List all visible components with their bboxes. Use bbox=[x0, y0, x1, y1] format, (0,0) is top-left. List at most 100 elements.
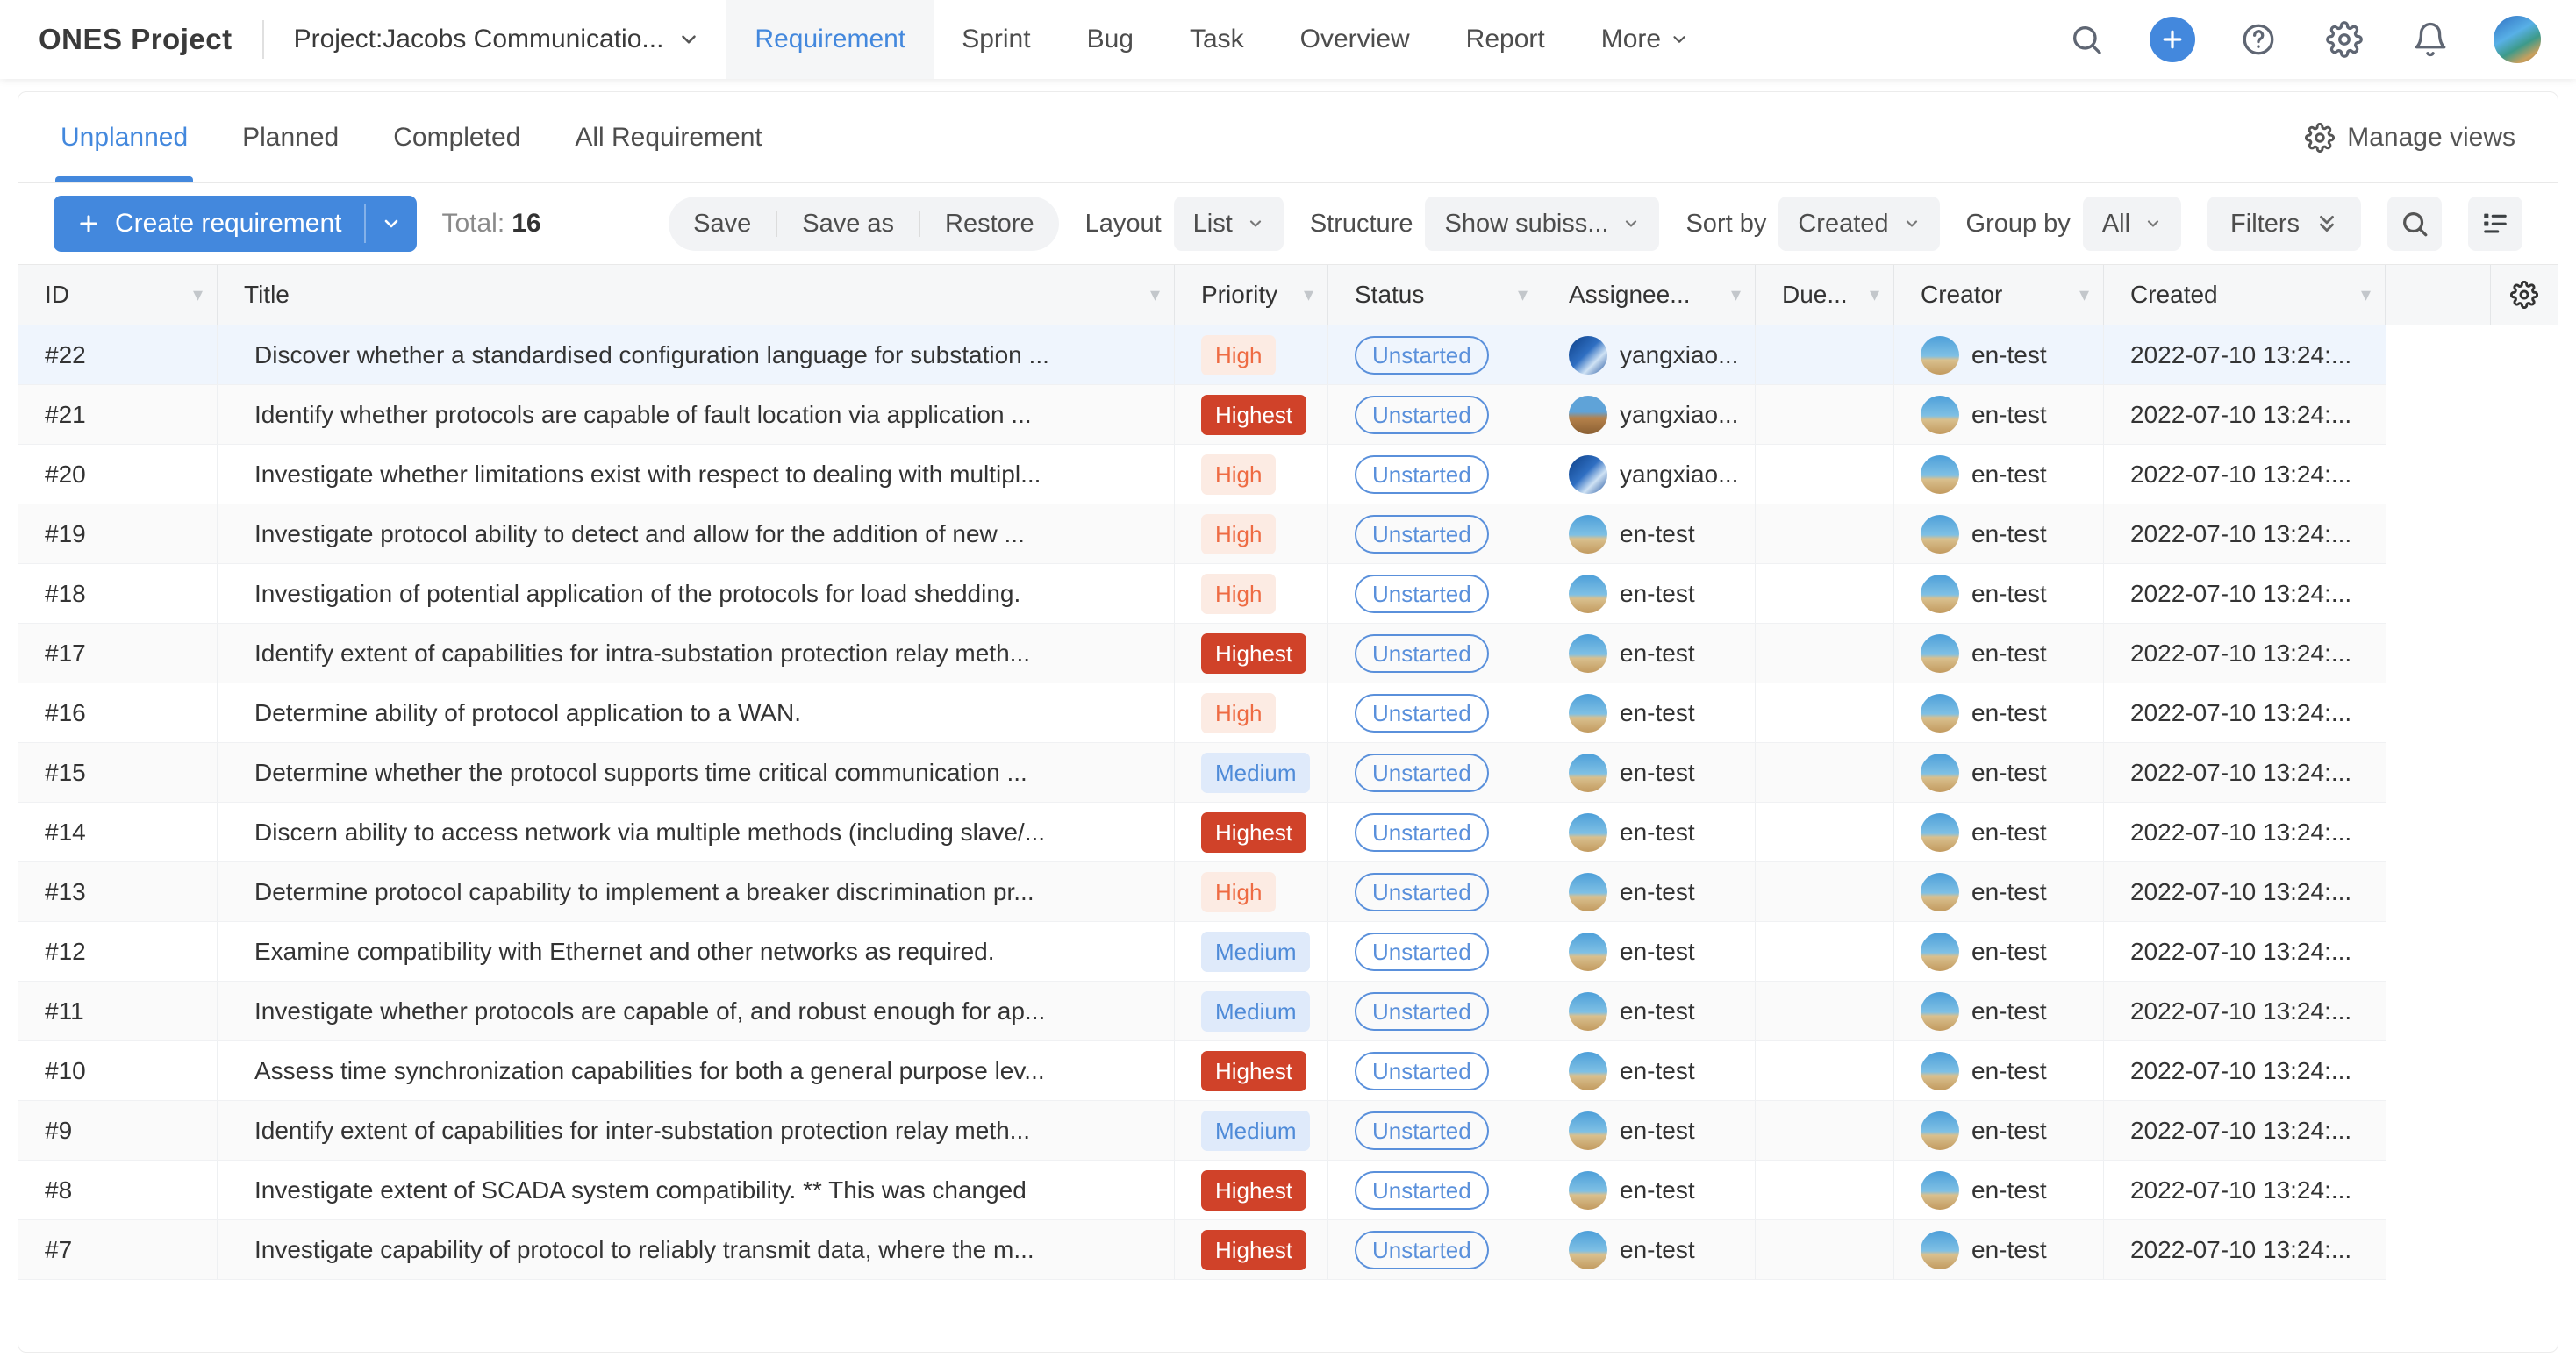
table-row[interactable]: #11 Investigate whether protocols are ca… bbox=[18, 982, 2386, 1041]
group-by-select[interactable]: All bbox=[2082, 197, 2182, 251]
help-icon[interactable] bbox=[2236, 17, 2281, 62]
notifications-icon[interactable] bbox=[2408, 17, 2453, 62]
tab-planned[interactable]: Planned bbox=[242, 92, 339, 182]
column-dropdown-icon[interactable]: ▾ bbox=[1731, 284, 1741, 306]
status-badge[interactable]: Unstarted bbox=[1355, 1051, 1489, 1090]
topbar-actions bbox=[2064, 16, 2541, 63]
table-row[interactable]: #19 Investigate protocol ability to dete… bbox=[18, 504, 2386, 564]
row-title[interactable]: Determine protocol capability to impleme… bbox=[218, 862, 1175, 921]
creator-name: en-test bbox=[1971, 340, 2047, 368]
table-row[interactable]: #7 Investigate capability of protocol to… bbox=[18, 1220, 2386, 1280]
table-row[interactable]: #12 Examine compatibility with Ethernet … bbox=[18, 922, 2386, 982]
column-header-priority[interactable]: Priority ▾ bbox=[1175, 265, 1328, 325]
row-title[interactable]: Investigate whether protocols are capabl… bbox=[218, 982, 1175, 1040]
table-row[interactable]: #21 Identify whether protocols are capab… bbox=[18, 385, 2386, 445]
table-row[interactable]: #9 Identify extent of capabilities for i… bbox=[18, 1101, 2386, 1161]
row-title[interactable]: Investigate protocol ability to detect a… bbox=[218, 504, 1175, 563]
column-settings-button[interactable] bbox=[2491, 265, 2558, 325]
layout-select[interactable]: List bbox=[1173, 197, 1284, 251]
structure-label: Structure bbox=[1309, 209, 1413, 238]
row-title[interactable]: Discover whether a standardised configur… bbox=[218, 325, 1175, 384]
row-title[interactable]: Examine compatibility with Ethernet and … bbox=[218, 922, 1175, 981]
tab-all-requirement[interactable]: All Requirement bbox=[575, 92, 762, 182]
search-icon[interactable] bbox=[2064, 17, 2109, 62]
table-row[interactable]: #15 Determine whether the protocol suppo… bbox=[18, 743, 2386, 803]
row-title[interactable]: Identify whether protocols are capable o… bbox=[218, 385, 1175, 444]
tab-completed[interactable]: Completed bbox=[393, 92, 520, 182]
status-badge[interactable]: Unstarted bbox=[1355, 872, 1489, 911]
nav-bug[interactable]: Bug bbox=[1059, 0, 1162, 79]
column-header-creator[interactable]: Creator ▾ bbox=[1894, 265, 2104, 325]
column-dropdown-icon[interactable]: ▾ bbox=[1150, 284, 1160, 306]
column-header-title[interactable]: Title ▾ bbox=[218, 265, 1175, 325]
column-header-created[interactable]: Created ▾ bbox=[2104, 265, 2386, 325]
nav-more[interactable]: More bbox=[1573, 0, 1717, 79]
table-row[interactable]: #18 Investigation of potential applicati… bbox=[18, 564, 2386, 624]
create-requirement-button[interactable]: Create requirement bbox=[54, 196, 418, 252]
status-badge[interactable]: Unstarted bbox=[1355, 395, 1489, 434]
column-dropdown-icon[interactable]: ▾ bbox=[1870, 284, 1879, 306]
status-badge[interactable]: Unstarted bbox=[1355, 1111, 1489, 1150]
status-badge[interactable]: Unstarted bbox=[1355, 335, 1489, 375]
status-badge[interactable]: Unstarted bbox=[1355, 753, 1489, 792]
nav-sprint[interactable]: Sprint bbox=[934, 0, 1058, 79]
row-title[interactable]: Investigate whether limitations exist wi… bbox=[218, 445, 1175, 504]
nav-task[interactable]: Task bbox=[1162, 0, 1272, 79]
column-header-due[interactable]: Due... ▾ bbox=[1756, 265, 1894, 325]
create-requirement-dropdown[interactable] bbox=[366, 196, 417, 252]
tab-unplanned[interactable]: Unplanned bbox=[54, 92, 194, 182]
status-badge[interactable]: Unstarted bbox=[1355, 1230, 1489, 1269]
row-title[interactable]: Determine whether the protocol supports … bbox=[218, 743, 1175, 802]
status-badge[interactable]: Unstarted bbox=[1355, 932, 1489, 971]
save-as-button[interactable]: Save as bbox=[777, 210, 919, 239]
column-header-status[interactable]: Status ▾ bbox=[1328, 265, 1542, 325]
row-title[interactable]: Discern ability to access network via mu… bbox=[218, 803, 1175, 861]
column-dropdown-icon[interactable]: ▾ bbox=[1304, 284, 1313, 306]
create-plus-icon[interactable] bbox=[2150, 17, 2195, 62]
status-badge[interactable]: Unstarted bbox=[1355, 633, 1489, 673]
row-title[interactable]: Investigate capability of protocol to re… bbox=[218, 1220, 1175, 1279]
table-row[interactable]: #20 Investigate whether limitations exis… bbox=[18, 445, 2386, 504]
save-button[interactable]: Save bbox=[669, 210, 776, 239]
structure-select[interactable]: Show subiss... bbox=[1425, 197, 1660, 251]
status-badge[interactable]: Unstarted bbox=[1355, 812, 1489, 852]
column-dropdown-icon[interactable]: ▾ bbox=[193, 284, 203, 306]
user-avatar[interactable] bbox=[2494, 16, 2541, 63]
priority-badge: Medium bbox=[1201, 990, 1311, 1032]
table-row[interactable]: #14 Discern ability to access network vi… bbox=[18, 803, 2386, 862]
column-header-id[interactable]: ID ▾ bbox=[18, 265, 218, 325]
row-title[interactable]: Identify extent of capabilities for intr… bbox=[218, 624, 1175, 683]
project-selector[interactable]: Project:Jacobs Communicatio... bbox=[294, 25, 701, 54]
search-in-list-button[interactable] bbox=[2387, 197, 2442, 251]
status-badge[interactable]: Unstarted bbox=[1355, 574, 1489, 613]
row-title[interactable]: Determine ability of protocol applicatio… bbox=[218, 683, 1175, 742]
manage-views-button[interactable]: Manage views bbox=[2305, 92, 2515, 182]
row-title[interactable]: Identify extent of capabilities for inte… bbox=[218, 1101, 1175, 1160]
restore-button[interactable]: Restore bbox=[920, 210, 1059, 239]
row-title[interactable]: Investigate extent of SCADA system compa… bbox=[218, 1161, 1175, 1219]
status-badge[interactable]: Unstarted bbox=[1355, 693, 1489, 733]
column-dropdown-icon[interactable]: ▾ bbox=[2079, 284, 2089, 306]
table-row[interactable]: #13 Determine protocol capability to imp… bbox=[18, 862, 2386, 922]
settings-icon[interactable] bbox=[2322, 17, 2367, 62]
nav-overview[interactable]: Overview bbox=[1272, 0, 1438, 79]
status-badge[interactable]: Unstarted bbox=[1355, 454, 1489, 494]
nav-report[interactable]: Report bbox=[1438, 0, 1573, 79]
column-header-assignee[interactable]: Assignee... ▾ bbox=[1542, 265, 1756, 325]
status-badge[interactable]: Unstarted bbox=[1355, 991, 1489, 1031]
nav-requirement[interactable]: Requirement bbox=[726, 0, 934, 79]
status-badge[interactable]: Unstarted bbox=[1355, 514, 1489, 554]
table-row[interactable]: #22 Discover whether a standardised conf… bbox=[18, 325, 2386, 385]
display-options-button[interactable] bbox=[2468, 197, 2522, 251]
table-row[interactable]: #8 Investigate extent of SCADA system co… bbox=[18, 1161, 2386, 1220]
row-title[interactable]: Investigation of potential application o… bbox=[218, 564, 1175, 623]
row-title[interactable]: Assess time synchronization capabilities… bbox=[218, 1041, 1175, 1100]
filters-button[interactable]: Filters bbox=[2207, 197, 2361, 251]
table-row[interactable]: #16 Determine ability of protocol applic… bbox=[18, 683, 2386, 743]
status-badge[interactable]: Unstarted bbox=[1355, 1170, 1489, 1210]
table-row[interactable]: #10 Assess time synchronization capabili… bbox=[18, 1041, 2386, 1101]
column-dropdown-icon[interactable]: ▾ bbox=[1518, 284, 1528, 306]
table-row[interactable]: #17 Identify extent of capabilities for … bbox=[18, 624, 2386, 683]
column-dropdown-icon[interactable]: ▾ bbox=[2361, 284, 2371, 306]
sort-by-select[interactable]: Created bbox=[1778, 197, 1940, 251]
